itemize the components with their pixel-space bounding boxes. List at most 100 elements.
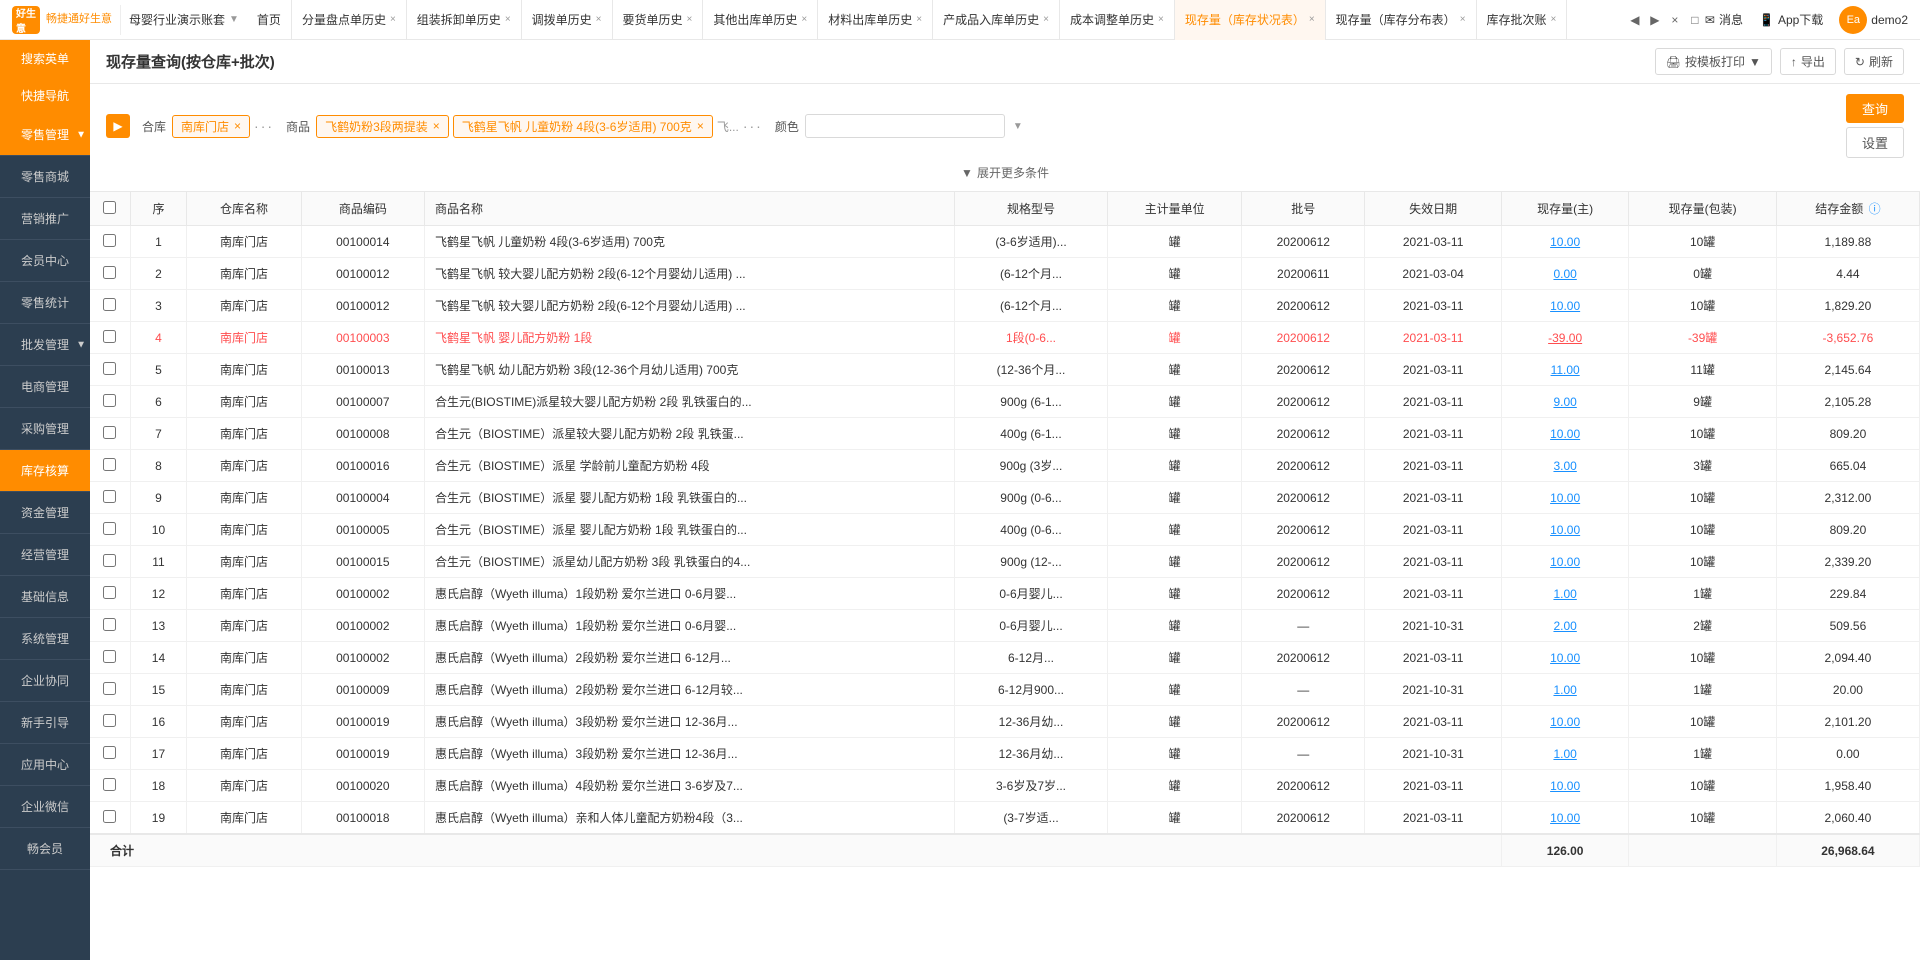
sidebar-item-retail-management[interactable]: 零售管理 ▼ [0,114,90,156]
row-checkbox[interactable] [103,618,116,631]
row-qty-main[interactable]: 10.00 [1501,418,1629,450]
row-checkbox-cell[interactable] [90,642,130,674]
expand-more-conditions[interactable]: ▼ 展开更多条件 [106,164,1904,181]
product-more-label[interactable]: 飞... [717,118,739,135]
nav-next-arrow[interactable]: ▶ [1645,0,1665,40]
row-checkbox-cell[interactable] [90,578,130,610]
row-checkbox[interactable] [103,234,116,247]
close-tab-6[interactable]: × [916,14,922,25]
expand-filter-button[interactable]: ▶ [106,114,130,138]
close-tab-11[interactable]: × [1551,14,1557,25]
row-checkbox[interactable] [103,586,116,599]
row-checkbox[interactable] [103,522,116,535]
row-qty-main[interactable]: -39.00 [1501,322,1629,354]
tab-home[interactable]: 首页 [247,0,292,40]
row-checkbox[interactable] [103,266,116,279]
row-checkbox[interactable] [103,330,116,343]
row-checkbox-cell[interactable] [90,386,130,418]
setting-button[interactable]: 设置 [1846,127,1904,158]
row-checkbox-cell[interactable] [90,418,130,450]
row-checkbox[interactable] [103,810,116,823]
app-download-button[interactable]: 📱 App下载 [1759,11,1823,28]
nav-maximize[interactable]: □ [1685,0,1705,40]
row-qty-main[interactable]: 10.00 [1501,770,1629,802]
tab-7[interactable]: 产成品入库单历史× [933,0,1060,40]
row-checkbox[interactable] [103,426,116,439]
refresh-button[interactable]: ↻ 刷新 [1844,48,1904,75]
row-checkbox-cell[interactable] [90,674,130,706]
sidebar-item-inventory[interactable]: 库存核算 [0,450,90,492]
sidebar-item-guide[interactable]: 新手引导 [0,702,90,744]
tab-8[interactable]: 成本调整单历史× [1060,0,1175,40]
sidebar-item-enterprise[interactable]: 企业协同 [0,660,90,702]
row-qty-main[interactable]: 10.00 [1501,642,1629,674]
tab-6[interactable]: 材料出库单历史× [818,0,933,40]
sidebar-item-member[interactable]: 畅会员 [0,828,90,870]
sidebar-item-system[interactable]: 系统管理 [0,618,90,660]
row-checkbox-cell[interactable] [90,770,130,802]
sidebar-item-purchase[interactable]: 采购管理 [0,408,90,450]
row-qty-main[interactable]: 0.00 [1501,258,1629,290]
col-check[interactable] [90,192,130,226]
warehouse-tag-remove[interactable]: × [234,119,241,133]
row-checkbox-cell[interactable] [90,514,130,546]
row-checkbox[interactable] [103,746,116,759]
product-tag-1[interactable]: 飞鹤星飞帆 儿童奶粉 4段(3-6岁适用) 700克 × [453,115,713,138]
tab-1[interactable]: 分量盘点单历史× [292,0,407,40]
row-checkbox-cell[interactable] [90,738,130,770]
nav-prev-arrow[interactable]: ◀ [1625,0,1645,40]
message-button[interactable]: ✉ 消息 [1705,11,1743,28]
product-more-dots[interactable]: ··· [743,118,763,134]
row-checkbox[interactable] [103,682,116,695]
row-qty-main[interactable]: 10.00 [1501,482,1629,514]
row-qty-main[interactable]: 2.00 [1501,610,1629,642]
row-qty-main[interactable]: 10.00 [1501,802,1629,835]
row-checkbox[interactable] [103,362,116,375]
tab-5[interactable]: 其他出库单历史× [703,0,818,40]
row-qty-main[interactable]: 10.00 [1501,706,1629,738]
tab-11[interactable]: 库存批次账× [1477,0,1568,40]
row-checkbox-cell[interactable] [90,322,130,354]
sidebar-item-retail-mall[interactable]: 零售商城 [0,156,90,198]
row-qty-main[interactable]: 10.00 [1501,546,1629,578]
row-qty-main[interactable]: 3.00 [1501,450,1629,482]
close-tab-7[interactable]: × [1043,14,1049,25]
industry-selector[interactable]: 母婴行业演示账套 [129,11,225,28]
close-tab-9[interactable]: × [1309,14,1315,25]
print-button[interactable]: 🖨 按模板打印 ▼ [1655,48,1772,75]
user-area[interactable]: Ea demo2 [1839,6,1908,34]
sidebar-item-ecommerce[interactable]: 电商管理 [0,366,90,408]
row-checkbox[interactable] [103,490,116,503]
row-qty-main[interactable]: 1.00 [1501,674,1629,706]
row-qty-main[interactable]: 10.00 [1501,290,1629,322]
search-button[interactable]: 查询 [1846,94,1904,123]
tab-2[interactable]: 组装拆卸单历史× [407,0,522,40]
row-checkbox-cell[interactable] [90,610,130,642]
close-tab-8[interactable]: × [1158,14,1164,25]
close-tab-10[interactable]: × [1460,14,1466,25]
sidebar-item-retail-stats[interactable]: 零售统计 [0,282,90,324]
tab-9[interactable]: 现存量（库存状况表）× [1175,0,1326,40]
close-tab-4[interactable]: × [687,14,693,25]
row-checkbox-cell[interactable] [90,450,130,482]
tab-10[interactable]: 现存量（库存分布表）× [1326,0,1477,40]
color-input[interactable] [805,114,1005,138]
sidebar-item-operation[interactable]: 经营管理 [0,534,90,576]
product-tag-1-remove[interactable]: × [697,119,704,133]
row-checkbox-cell[interactable] [90,546,130,578]
warehouse-more-dots[interactable]: ··· [254,118,274,134]
row-checkbox[interactable] [103,394,116,407]
sidebar-item-wechat[interactable]: 企业微信 [0,786,90,828]
row-qty-main[interactable]: 9.00 [1501,386,1629,418]
row-checkbox-cell[interactable] [90,706,130,738]
row-checkbox[interactable] [103,298,116,311]
sidebar-item-marketing[interactable]: 营销推广 [0,198,90,240]
sidebar-item-basic-info[interactable]: 基础信息 [0,576,90,618]
row-qty-main[interactable]: 10.00 [1501,514,1629,546]
export-button[interactable]: ↑ 导出 [1780,48,1836,75]
row-qty-main[interactable]: 1.00 [1501,738,1629,770]
product-tag-0-remove[interactable]: × [433,119,440,133]
product-tag-0[interactable]: 飞鹤奶粉3段两提装 × [316,115,449,138]
row-checkbox-cell[interactable] [90,258,130,290]
select-all-checkbox[interactable] [103,201,116,214]
